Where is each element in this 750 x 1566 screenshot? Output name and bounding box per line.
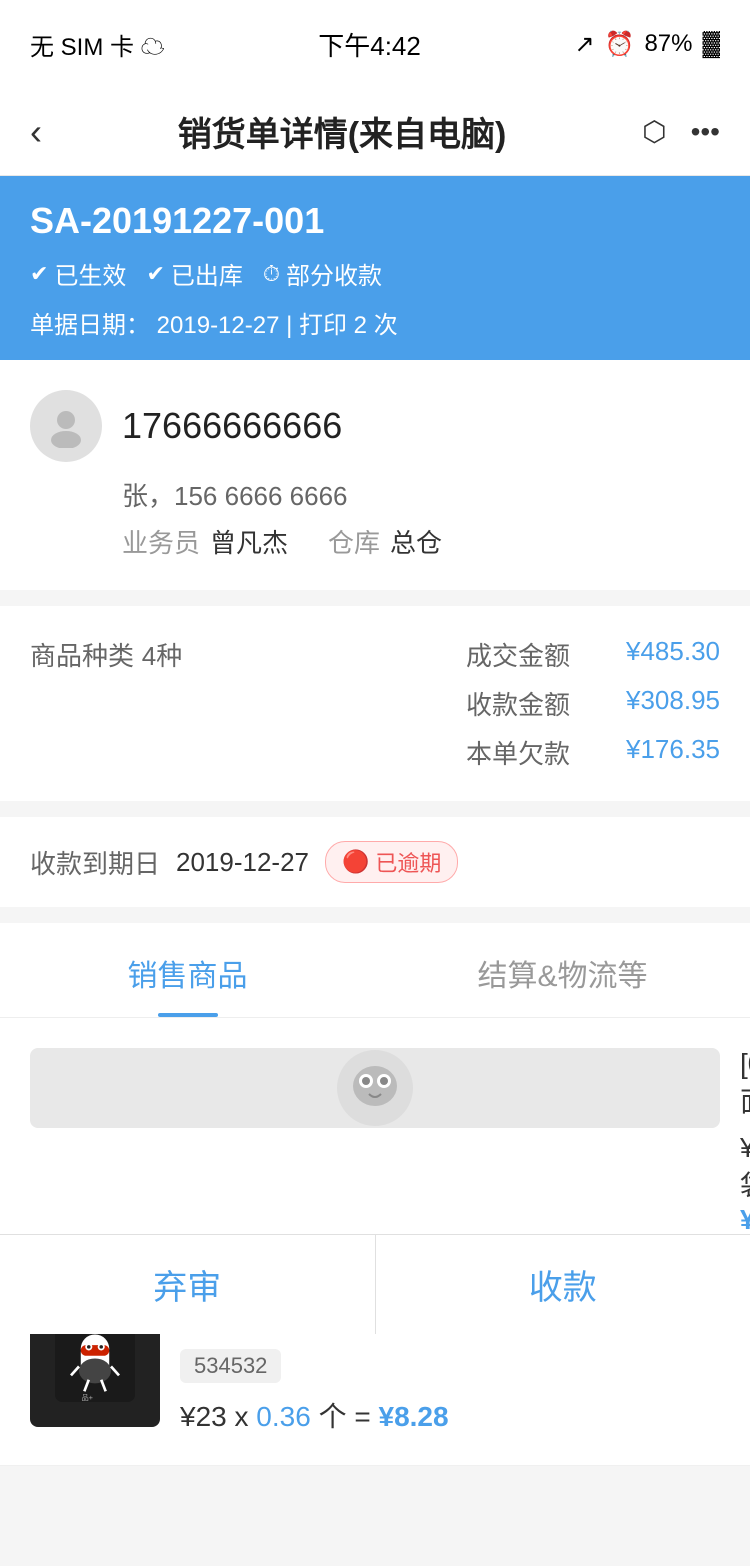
status-bar: 无 SIM 卡 ☁ 下午4:42 ↗ ⏰ 87% ▓ <box>0 0 750 88</box>
tabs-section: 销售商品 结算&物流等 <box>0 923 750 1018</box>
discard-review-button[interactable]: 弃审 <box>0 1235 376 1334</box>
product-price-row-2: ¥23 x 0.36 个 = ¥8.28 <box>180 1395 720 1435</box>
battery-icon: ▓ <box>702 30 720 58</box>
sales-value: 曾凡杰 <box>210 523 288 560</box>
share-icon[interactable]: ⬡ <box>642 115 666 148</box>
order-date-line: 单据日期： 2019-12-27 | 打印 2 次 <box>30 305 720 340</box>
status-time: 下午4:42 <box>318 26 421 63</box>
order-header-banner: SA-20191227-001 ✔ 已生效 ✔ 已出库 ⏱ 部分收款 单据日期：… <box>0 176 750 360</box>
product-batch-2: 534532 <box>180 1349 281 1383</box>
amount-grid: 商品种类 4种 成交金额 ¥485.30 收款金额 ¥308.95 本单欠款 ¥… <box>30 636 720 771</box>
product-count-value: 4种 <box>142 641 182 671</box>
product-info-1: [0000002]面包 ¥40 x 5 袋 = ¥199.99 <box>740 1048 750 1236</box>
product-total-2: ¥8.28 <box>379 1401 449 1432</box>
list-item: [0000002]面包 ¥40 x 5 袋 = ¥199.99 <box>0 1018 750 1267</box>
check-icon-1: ✔ <box>30 261 48 287</box>
back-button[interactable]: ‹ <box>30 111 42 153</box>
warehouse-value: 总仓 <box>390 523 442 560</box>
tab-sales-products[interactable]: 销售商品 <box>0 923 375 1017</box>
nav-bar: ‹ 销货单详情(来自电脑) ⬡ ••• <box>0 88 750 176</box>
overdue-badge: 🔴 已逾期 <box>325 841 458 883</box>
owed-label: 本单欠款 <box>466 734 570 771</box>
product-qty-2: 0.36 <box>256 1401 311 1432</box>
received-label: 收款金额 <box>466 685 570 722</box>
location-icon: ↗ <box>574 30 594 59</box>
owed-value: ¥176.35 <box>590 734 720 771</box>
page-title: 销货单详情(来自电脑) <box>178 107 507 156</box>
sim-status: 无 SIM 卡 ☁ <box>30 27 165 62</box>
product-total-1: ¥199.99 <box>740 1204 750 1235</box>
received-amount-row: 收款金额 ¥308.95 <box>466 685 720 722</box>
customer-section: 17666666666 张，156 6666 6666 业务员 曾凡杰 仓库 总… <box>0 360 750 590</box>
overdue-icon: 🔴 <box>342 849 369 875</box>
customer-meta: 业务员 曾凡杰 仓库 总仓 <box>30 523 720 560</box>
due-label: 收款到期日 <box>30 844 160 881</box>
product-code-name-1: [0000002]面包 <box>740 1048 750 1120</box>
more-icon[interactable]: ••• <box>691 116 720 148</box>
svg-text:品+: 品+ <box>82 1394 93 1402</box>
bottom-bar: 弃审 收款 <box>0 1234 750 1334</box>
tag-shipped: ✔ 已出库 <box>146 256 242 291</box>
deal-amount-row: 成交金额 ¥485.30 <box>466 636 720 673</box>
alarm-icon: ⏰ <box>605 30 635 59</box>
tab-settlement-logistics[interactable]: 结算&物流等 <box>375 923 750 1017</box>
tabs-row: 销售商品 结算&物流等 <box>0 923 750 1018</box>
due-date: 2019-12-27 <box>176 847 309 878</box>
customer-detail: 张，156 6666 6666 <box>30 476 720 513</box>
customer-row: 17666666666 <box>30 390 720 462</box>
deal-amount-label: 成交金额 <box>466 636 570 673</box>
product-thumbnail-1 <box>30 1048 720 1128</box>
warehouse-label: 仓库 <box>328 523 380 560</box>
user-avatar-icon <box>44 404 88 448</box>
battery-level: 87% <box>644 30 692 58</box>
product-count-block: 商品种类 4种 <box>30 636 182 673</box>
sales-person: 业务员 曾凡杰 <box>122 523 288 560</box>
amount-right: 成交金额 ¥485.30 收款金额 ¥308.95 本单欠款 ¥176.35 <box>466 636 720 771</box>
product-count-label: 商品种类 <box>30 641 134 671</box>
owl-placeholder-icon <box>335 1048 415 1128</box>
clock-icon: ⏱ <box>263 261 280 287</box>
avatar <box>30 390 102 462</box>
tag-partial-payment: ⏱ 部分收款 <box>263 256 382 291</box>
received-value: ¥308.95 <box>590 685 720 722</box>
status-right: ↗ ⏰ 87% ▓ <box>574 30 720 59</box>
tag-effective: ✔ 已生效 <box>30 256 126 291</box>
deal-amount-value: ¥485.30 <box>590 636 720 673</box>
order-id: SA-20191227-001 <box>30 200 720 242</box>
amount-section: 商品种类 4种 成交金额 ¥485.30 收款金额 ¥308.95 本单欠款 ¥… <box>0 606 750 801</box>
due-section: 收款到期日 2019-12-27 🔴 已逾期 <box>0 817 750 907</box>
sales-label: 业务员 <box>122 523 200 560</box>
nav-actions: ⬡ ••• <box>642 115 720 148</box>
status-left: 无 SIM 卡 ☁ <box>30 27 165 62</box>
customer-id: 17666666666 <box>122 405 342 447</box>
collect-payment-button[interactable]: 收款 <box>376 1235 750 1334</box>
product-price-row-1: ¥40 x 5 袋 = ¥199.99 <box>740 1132 750 1236</box>
warehouse: 仓库 总仓 <box>328 523 442 560</box>
owed-amount-row: 本单欠款 ¥176.35 <box>466 734 720 771</box>
check-icon-2: ✔ <box>146 261 164 287</box>
product-image-icon-2: 品+ <box>55 1322 135 1402</box>
order-tags: ✔ 已生效 ✔ 已出库 ⏱ 部分收款 <box>30 256 720 291</box>
